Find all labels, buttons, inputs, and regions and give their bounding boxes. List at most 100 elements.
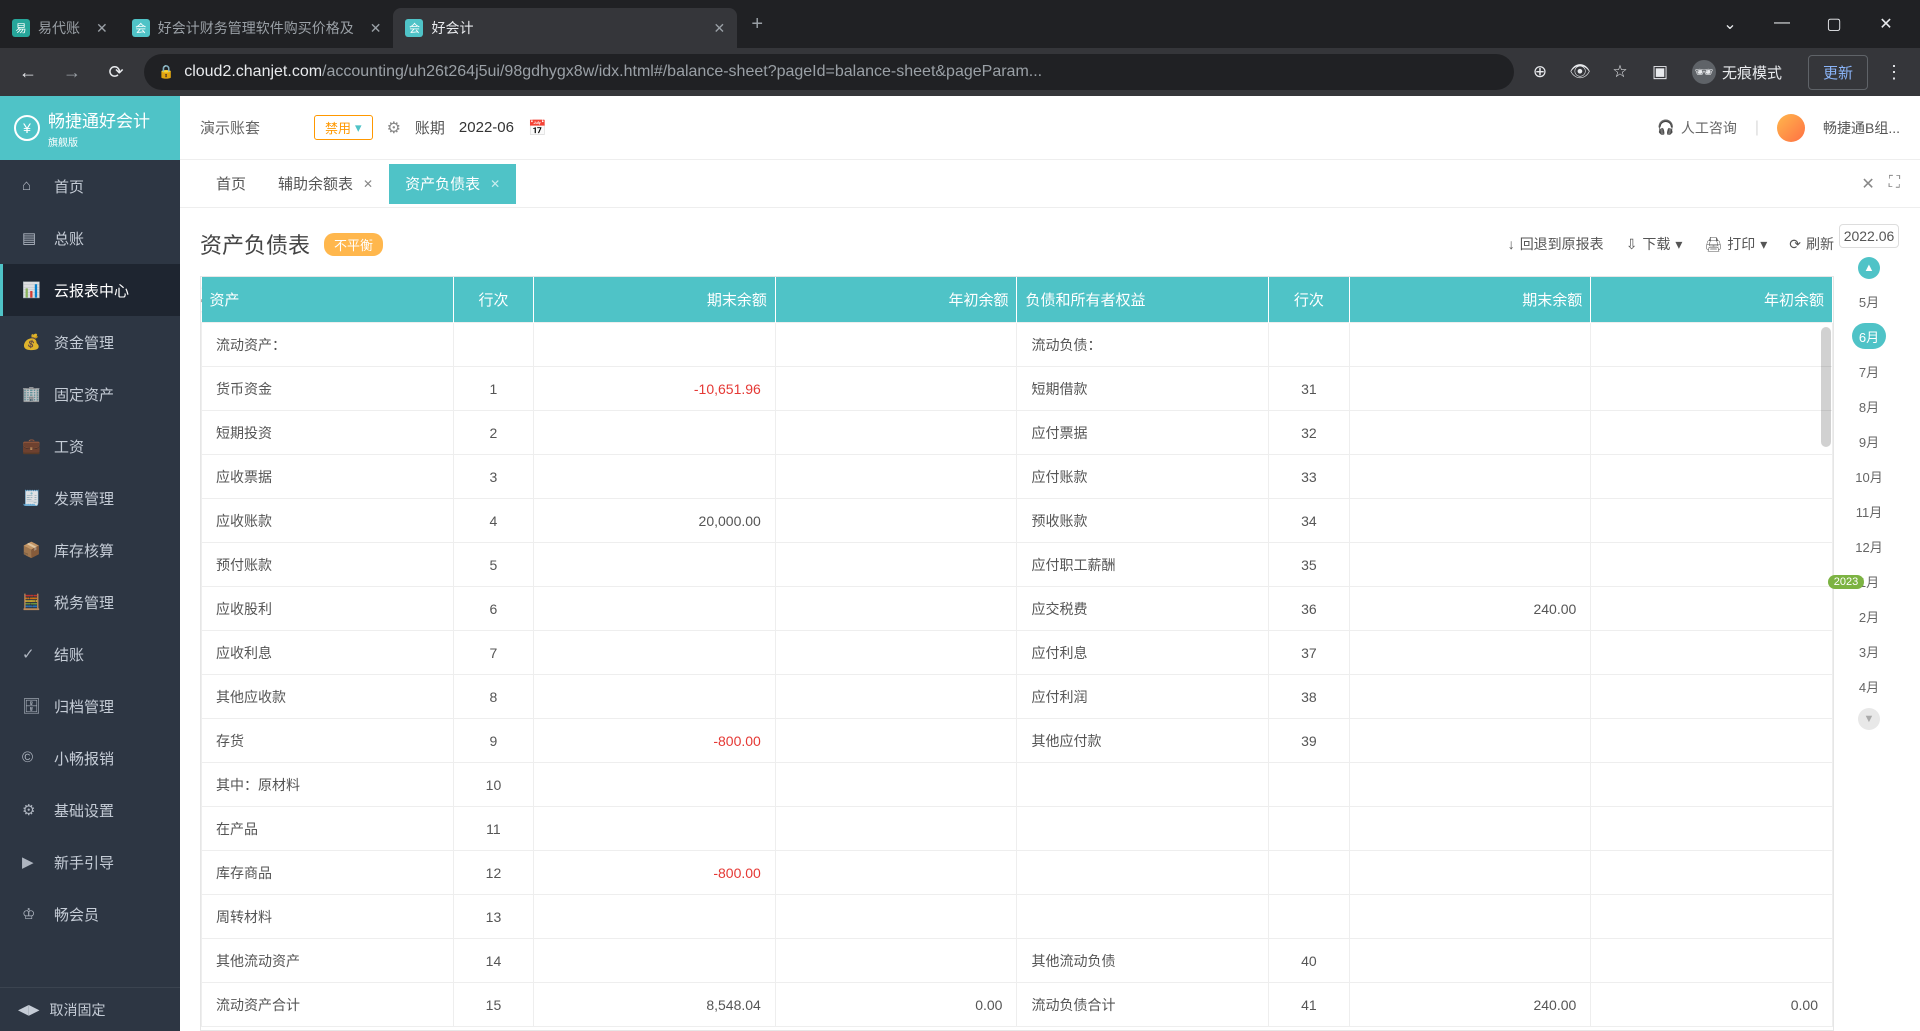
table-row[interactable]: 短期投资2应付票据32: [202, 411, 1833, 455]
status-pill[interactable]: 禁用▾: [314, 115, 373, 140]
account-name[interactable]: 演示账套: [200, 117, 260, 138]
table-row[interactable]: 周转材料13: [202, 895, 1833, 939]
table-row[interactable]: 在产品11: [202, 807, 1833, 851]
user-name[interactable]: 畅捷通B组...: [1823, 118, 1900, 138]
address-bar[interactable]: 🔒 cloud2.chanjet.com/accounting/uh26t264…: [144, 54, 1514, 90]
avatar[interactable]: [1777, 114, 1805, 142]
star-icon[interactable]: ☆: [1606, 62, 1634, 82]
sidebar-item-salary[interactable]: 💼工资: [0, 420, 180, 472]
maximize-icon[interactable]: ▢: [1820, 14, 1848, 34]
help-link[interactable]: 🎧人工咨询: [1657, 118, 1736, 138]
close-icon[interactable]: ✕: [363, 177, 373, 191]
close-icon[interactable]: ✕: [490, 177, 500, 191]
month-item[interactable]: 7月: [1852, 358, 1886, 384]
table-row[interactable]: 流动资产合计158,548.040.00流动负债合计41240.000.00: [202, 983, 1833, 1027]
table-row[interactable]: 其他应收款8应付利润38: [202, 675, 1833, 719]
table-row[interactable]: 其他流动资产14其他流动负债40: [202, 939, 1833, 983]
print-button[interactable]: 🖨 打印 ▾: [1704, 234, 1767, 254]
search-icon[interactable]: ⊕: [1526, 62, 1554, 82]
sidebar-item-expense[interactable]: ©小畅报销: [0, 732, 180, 784]
sidebar-item-chart[interactable]: 📊云报表中心: [0, 264, 180, 316]
sidebar-item-vip[interactable]: ♔畅会员: [0, 888, 180, 940]
scroll-up-icon[interactable]: ▲: [1858, 257, 1880, 279]
close-icon[interactable]: ✕: [1872, 14, 1900, 34]
cell-row: 1: [453, 367, 534, 411]
table-row[interactable]: 库存商品12-800.00: [202, 851, 1833, 895]
page-tab[interactable]: 首页: [200, 164, 262, 204]
table-row[interactable]: 应收账款420,000.00预收账款34: [202, 499, 1833, 543]
sidebar-item-label: 库存核算: [54, 540, 114, 561]
sidebar-item-label: 发票管理: [54, 488, 114, 509]
month-item[interactable]: 10月: [1852, 463, 1886, 489]
rollback-button[interactable]: ↓ 回退到原报表: [1508, 234, 1604, 254]
chart-icon: 📊: [22, 281, 40, 299]
month-item[interactable]: 3月: [1852, 638, 1886, 664]
sidebar-item-invoice[interactable]: 🧾发票管理: [0, 472, 180, 524]
sidebar-item-book[interactable]: ▤总账: [0, 212, 180, 264]
month-item[interactable]: 5月: [1852, 288, 1886, 314]
table-row[interactable]: 应收票据3应付账款33: [202, 455, 1833, 499]
table-row[interactable]: 预付账款5应付职工薪酬35: [202, 543, 1833, 587]
cell-liab: [1017, 763, 1269, 807]
browser-tab[interactable]: 易 易代账 ✕: [0, 8, 120, 48]
month-item[interactable]: 12月: [1852, 533, 1886, 559]
balance-sheet-table[interactable]: ‹ › 资产 行次 期末余额 年初余额 负债和所有者权益 行次 期末余额: [200, 276, 1834, 1031]
browser-tab[interactable]: 会 好会计财务管理软件购买价格及 ✕: [120, 8, 394, 48]
sidebar-item-settings[interactable]: ⚙基础设置: [0, 784, 180, 836]
month-item[interactable]: 8月: [1852, 393, 1886, 419]
menu-icon[interactable]: ⋮: [1880, 62, 1908, 83]
scrollbar-thumb[interactable]: [1821, 327, 1831, 447]
sidebar-item-asset[interactable]: 🏢固定资产: [0, 368, 180, 420]
sidebar-item-home[interactable]: ⌂首页: [0, 160, 180, 212]
sidebar-item-close[interactable]: ✓结账: [0, 628, 180, 680]
close-icon[interactable]: ✕: [713, 20, 725, 37]
new-tab-button[interactable]: +: [737, 13, 777, 36]
table-row[interactable]: 货币资金1-10,651.96短期借款31: [202, 367, 1833, 411]
sidebar-item-guide[interactable]: ▶新手引导: [0, 836, 180, 888]
page-tab[interactable]: 资产负债表 ✕: [389, 164, 516, 204]
back-button[interactable]: ←: [12, 62, 44, 83]
month-item[interactable]: 4月: [1852, 673, 1886, 699]
table-row[interactable]: 其中：原材料10: [202, 763, 1833, 807]
close-icon[interactable]: ✕: [370, 20, 382, 37]
close-all-icon[interactable]: ✕: [1861, 174, 1874, 194]
update-button[interactable]: 更新: [1808, 55, 1868, 90]
table-row[interactable]: 流动资产：流动负债：: [202, 323, 1833, 367]
cell-endbal2: [1349, 411, 1591, 455]
cell-endbal: [534, 939, 776, 983]
table-row[interactable]: 应收股利6应交税费36240.00: [202, 587, 1833, 631]
eye-off-icon[interactable]: 👁: [1566, 62, 1594, 82]
gear-icon[interactable]: ⚙: [387, 118, 401, 138]
sidebar-item-tax[interactable]: 🧮税务管理: [0, 576, 180, 628]
month-item[interactable]: 2月: [1852, 603, 1886, 629]
year-badge[interactable]: 2022.06: [1839, 224, 1900, 248]
table-row[interactable]: 存货9-800.00其他应付款39: [202, 719, 1833, 763]
table-row[interactable]: 应收利息7应付利息37: [202, 631, 1833, 675]
extension-icon[interactable]: ▣: [1646, 62, 1674, 82]
reload-button[interactable]: ⟳: [100, 62, 132, 83]
month-item[interactable]: 11月: [1852, 498, 1886, 524]
sidebar-item-stock[interactable]: 📦库存核算: [0, 524, 180, 576]
download-button[interactable]: ⇩ 下载 ▾: [1626, 234, 1683, 254]
page-tab-label: 资产负债表: [405, 173, 480, 194]
sidebar-item-archive[interactable]: 🗄归档管理: [0, 680, 180, 732]
page-tab[interactable]: 辅助余额表✕: [262, 164, 389, 204]
sidebar-item-money[interactable]: 💰资金管理: [0, 316, 180, 368]
close-icon[interactable]: ✕: [96, 20, 108, 37]
minimize-icon[interactable]: —: [1768, 14, 1796, 34]
month-item[interactable]: 6月: [1852, 323, 1886, 349]
scroll-down-icon[interactable]: ▼: [1858, 708, 1880, 730]
browser-tab-active[interactable]: 会 好会计 ✕: [393, 8, 737, 48]
cell-asset: 其中：原材料: [202, 763, 454, 807]
calendar-icon[interactable]: 📅: [528, 119, 547, 137]
period-value[interactable]: 2022-06: [459, 119, 514, 136]
fullscreen-icon[interactable]: ⛶: [1889, 174, 1900, 194]
month-item[interactable]: 9月: [1852, 428, 1886, 454]
sidebar-unpin[interactable]: ◀▶ 取消固定: [0, 987, 180, 1031]
dropdown-icon[interactable]: ⌄: [1716, 14, 1744, 34]
cell-row2: 35: [1269, 543, 1350, 587]
month-item[interactable]: 1月2023: [1852, 568, 1886, 594]
refresh-button[interactable]: ⟳ 刷新: [1789, 234, 1834, 254]
cell-beginbal2: [1591, 543, 1833, 587]
forward-button[interactable]: →: [56, 62, 88, 83]
